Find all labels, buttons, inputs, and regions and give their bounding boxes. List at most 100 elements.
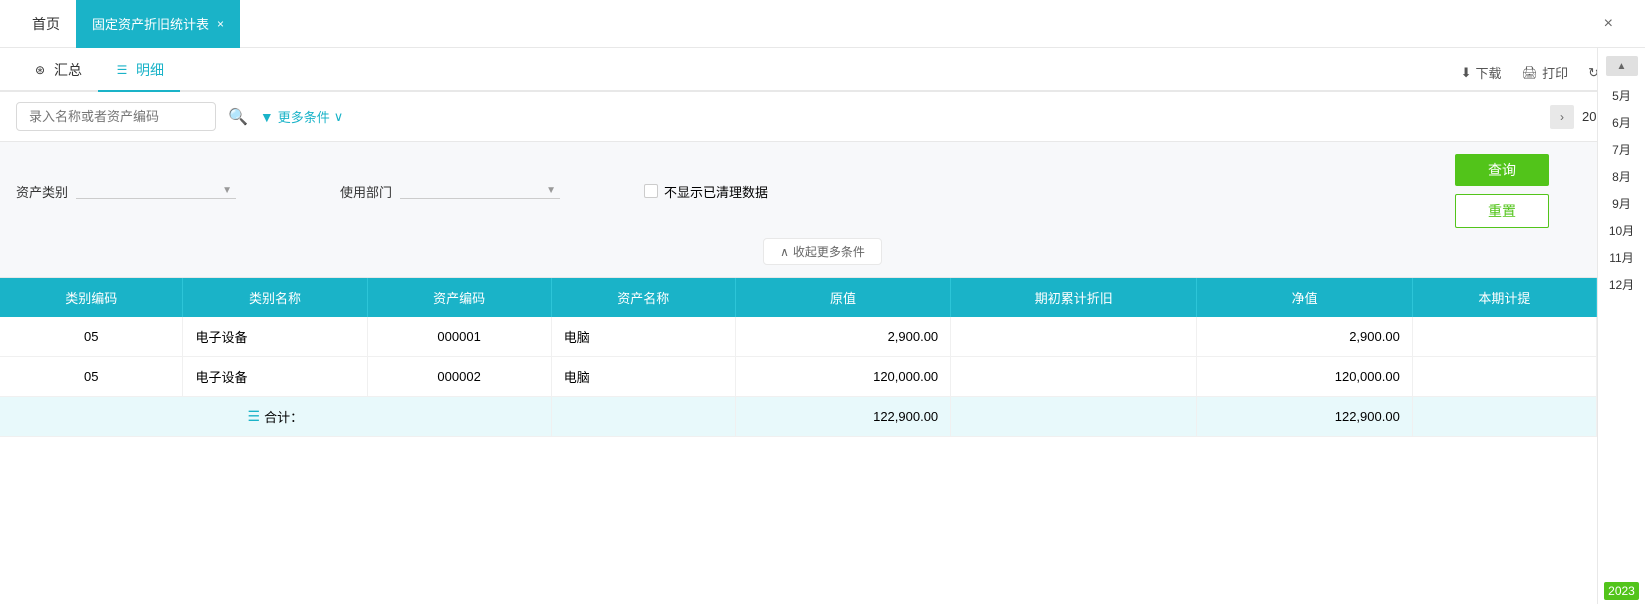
cell-asset-code: 000001 bbox=[367, 317, 551, 357]
cell-original-value: 2,900.00 bbox=[735, 317, 950, 357]
summary-icon: ⊛ bbox=[32, 62, 48, 78]
reset-button[interactable]: 重置 bbox=[1455, 194, 1549, 228]
cell-category-code: 05 bbox=[0, 357, 183, 397]
total-icon: ☰ bbox=[248, 408, 261, 425]
tab-label: 固定资产折旧统计表 bbox=[92, 14, 209, 33]
hide-cleared-label: 不显示已清理数据 bbox=[664, 182, 768, 201]
department-select[interactable]: ▼ bbox=[400, 183, 560, 199]
total-label-cell: ☰ 合计： bbox=[0, 397, 551, 437]
table-row: 05 电子设备 000002 电脑 120,000.00 120,000.00 bbox=[0, 357, 1597, 397]
cell-original-value: 120,000.00 bbox=[735, 357, 950, 397]
col-header-asset-code: 资产编码 bbox=[367, 278, 551, 317]
col-header-accumulated-depreciation: 期初累计折旧 bbox=[951, 278, 1197, 317]
col-header-net-value: 净值 bbox=[1197, 278, 1412, 317]
cell-current-depreciation bbox=[1412, 317, 1596, 357]
search-bar: 🔍 ▼ 更多条件 ∨ › 2023.01 bbox=[0, 92, 1645, 142]
total-asset-name bbox=[551, 397, 735, 437]
col-header-asset-name: 资产名称 bbox=[551, 278, 735, 317]
print-label: 打印 bbox=[1542, 63, 1568, 82]
right-panel: ▲ 5月6月7月8月9月10月11月12月 2023 bbox=[1597, 48, 1645, 604]
tab-summary[interactable]: ⊛ 汇总 bbox=[16, 60, 98, 92]
top-nav-right: × bbox=[1588, 7, 1629, 41]
print-icon: 🖨 bbox=[1522, 65, 1539, 81]
window-close-button[interactable]: × bbox=[1588, 7, 1629, 41]
month-item[interactable]: 10月 bbox=[1609, 217, 1634, 244]
col-header-category-code: 类别编码 bbox=[0, 278, 183, 317]
col-header-current-depreciation: 本期计提 bbox=[1412, 278, 1596, 317]
total-original-value: 122,900.00 bbox=[735, 397, 950, 437]
tab-close-icon[interactable]: × bbox=[217, 17, 224, 31]
asset-category-arrow-icon: ▼ bbox=[222, 185, 232, 196]
tab-summary-label: 汇总 bbox=[54, 60, 82, 80]
department-label: 使用部门 bbox=[340, 182, 392, 201]
filter-icon: ▼ bbox=[260, 109, 274, 125]
home-link[interactable]: 首页 bbox=[16, 14, 76, 34]
month-item[interactable]: 12月 bbox=[1609, 271, 1634, 298]
total-accumulated-depreciation bbox=[951, 397, 1197, 437]
month-item[interactable]: 5月 bbox=[1609, 82, 1634, 109]
search-icon[interactable]: 🔍 bbox=[228, 107, 248, 127]
expand-arrow-button[interactable]: › bbox=[1550, 105, 1574, 129]
chevron-down-icon: ∨ bbox=[334, 109, 344, 125]
months-list: 5月6月7月8月9月10月11月12月 bbox=[1609, 82, 1634, 298]
cell-accumulated-depreciation bbox=[951, 357, 1197, 397]
filter-asset-category: 资产类别 ▼ bbox=[16, 182, 236, 201]
month-item[interactable]: 7月 bbox=[1609, 136, 1634, 163]
table-container: 类别编码 类别名称 资产编码 资产名称 原值 期初累计折旧 净值 本期计提 05… bbox=[0, 278, 1597, 604]
asset-category-select[interactable]: ▼ bbox=[76, 183, 236, 199]
asset-category-label: 资产类别 bbox=[16, 182, 68, 201]
year-badge: 2023 bbox=[1604, 582, 1639, 600]
collapse-label: 收起更多条件 bbox=[793, 243, 865, 260]
cell-category-name: 电子设备 bbox=[183, 317, 367, 357]
download-button[interactable]: ⬇ 下载 bbox=[1461, 63, 1502, 82]
cell-net-value: 120,000.00 bbox=[1197, 357, 1412, 397]
more-conditions-label: 更多条件 bbox=[278, 107, 330, 126]
month-item[interactable]: 9月 bbox=[1609, 190, 1634, 217]
department-arrow-icon: ▼ bbox=[546, 185, 556, 196]
col-header-original-value: 原值 bbox=[735, 278, 950, 317]
cell-current-depreciation bbox=[1412, 357, 1596, 397]
filter-buttons: 查询 重置 bbox=[1455, 154, 1549, 228]
sub-tabs-bar: ⊛ 汇总 ☰ 明细 ⬇ 下载 🖨 打印 ↻ 刷新 bbox=[0, 48, 1645, 92]
filter-department: 使用部门 ▼ bbox=[340, 182, 560, 201]
hide-cleared-checkbox[interactable] bbox=[644, 184, 658, 198]
more-conditions-button[interactable]: ▼ 更多条件 ∨ bbox=[260, 107, 343, 126]
cell-accumulated-depreciation bbox=[951, 317, 1197, 357]
collapse-up-icon: ∧ bbox=[780, 245, 789, 259]
cell-asset-name: 电脑 bbox=[551, 357, 735, 397]
main-tab: 固定资产折旧统计表 × bbox=[76, 0, 240, 48]
tab-detail[interactable]: ☰ 明细 bbox=[98, 60, 180, 92]
print-button[interactable]: 🖨 打印 bbox=[1522, 63, 1569, 82]
total-label-text: 合计： bbox=[264, 407, 303, 426]
total-row: ☰ 合计： 122,900.00 122,900.00 bbox=[0, 397, 1597, 437]
table-body: 05 电子设备 000001 电脑 2,900.00 2,900.00 05 电… bbox=[0, 317, 1597, 437]
total-current-depreciation bbox=[1412, 397, 1596, 437]
scroll-up-button[interactable]: ▲ bbox=[1606, 56, 1638, 76]
detail-icon: ☰ bbox=[114, 62, 130, 78]
collapse-row: ∧ 收起更多条件 bbox=[16, 238, 1629, 265]
download-icon: ⬇ bbox=[1461, 65, 1472, 81]
cell-asset-name: 电脑 bbox=[551, 317, 735, 357]
query-button[interactable]: 查询 bbox=[1455, 154, 1549, 186]
hide-cleared-checkbox-item: 不显示已清理数据 bbox=[644, 182, 768, 201]
table-header-row: 类别编码 类别名称 资产编码 资产名称 原值 期初累计折旧 净值 本期计提 bbox=[0, 278, 1597, 317]
cell-net-value: 2,900.00 bbox=[1197, 317, 1412, 357]
collapse-conditions-button[interactable]: ∧ 收起更多条件 bbox=[763, 238, 882, 265]
cell-category-code: 05 bbox=[0, 317, 183, 357]
cell-category-name: 电子设备 bbox=[183, 357, 367, 397]
total-net-value: 122,900.00 bbox=[1197, 397, 1412, 437]
top-nav: 首页 固定资产折旧统计表 × × bbox=[0, 0, 1645, 48]
filter-panel: 资产类别 ▼ 使用部门 ▼ 不显示已清理数据 查询 重置 bbox=[0, 142, 1645, 278]
tab-detail-label: 明细 bbox=[136, 60, 164, 80]
table-row: 05 电子设备 000001 电脑 2,900.00 2,900.00 bbox=[0, 317, 1597, 357]
month-item[interactable]: 6月 bbox=[1609, 109, 1634, 136]
search-input[interactable] bbox=[16, 102, 216, 131]
month-item[interactable]: 8月 bbox=[1609, 163, 1634, 190]
filter-row-1: 资产类别 ▼ 使用部门 ▼ 不显示已清理数据 查询 重置 bbox=[16, 154, 1629, 228]
month-item[interactable]: 11月 bbox=[1609, 244, 1634, 271]
col-header-category-name: 类别名称 bbox=[183, 278, 367, 317]
cell-asset-code: 000002 bbox=[367, 357, 551, 397]
download-label: 下载 bbox=[1476, 63, 1502, 82]
depreciation-table: 类别编码 类别名称 资产编码 资产名称 原值 期初累计折旧 净值 本期计提 05… bbox=[0, 278, 1597, 437]
main-content: ⊛ 汇总 ☰ 明细 ⬇ 下载 🖨 打印 ↻ 刷新 🔍 ▼ bbox=[0, 48, 1645, 604]
